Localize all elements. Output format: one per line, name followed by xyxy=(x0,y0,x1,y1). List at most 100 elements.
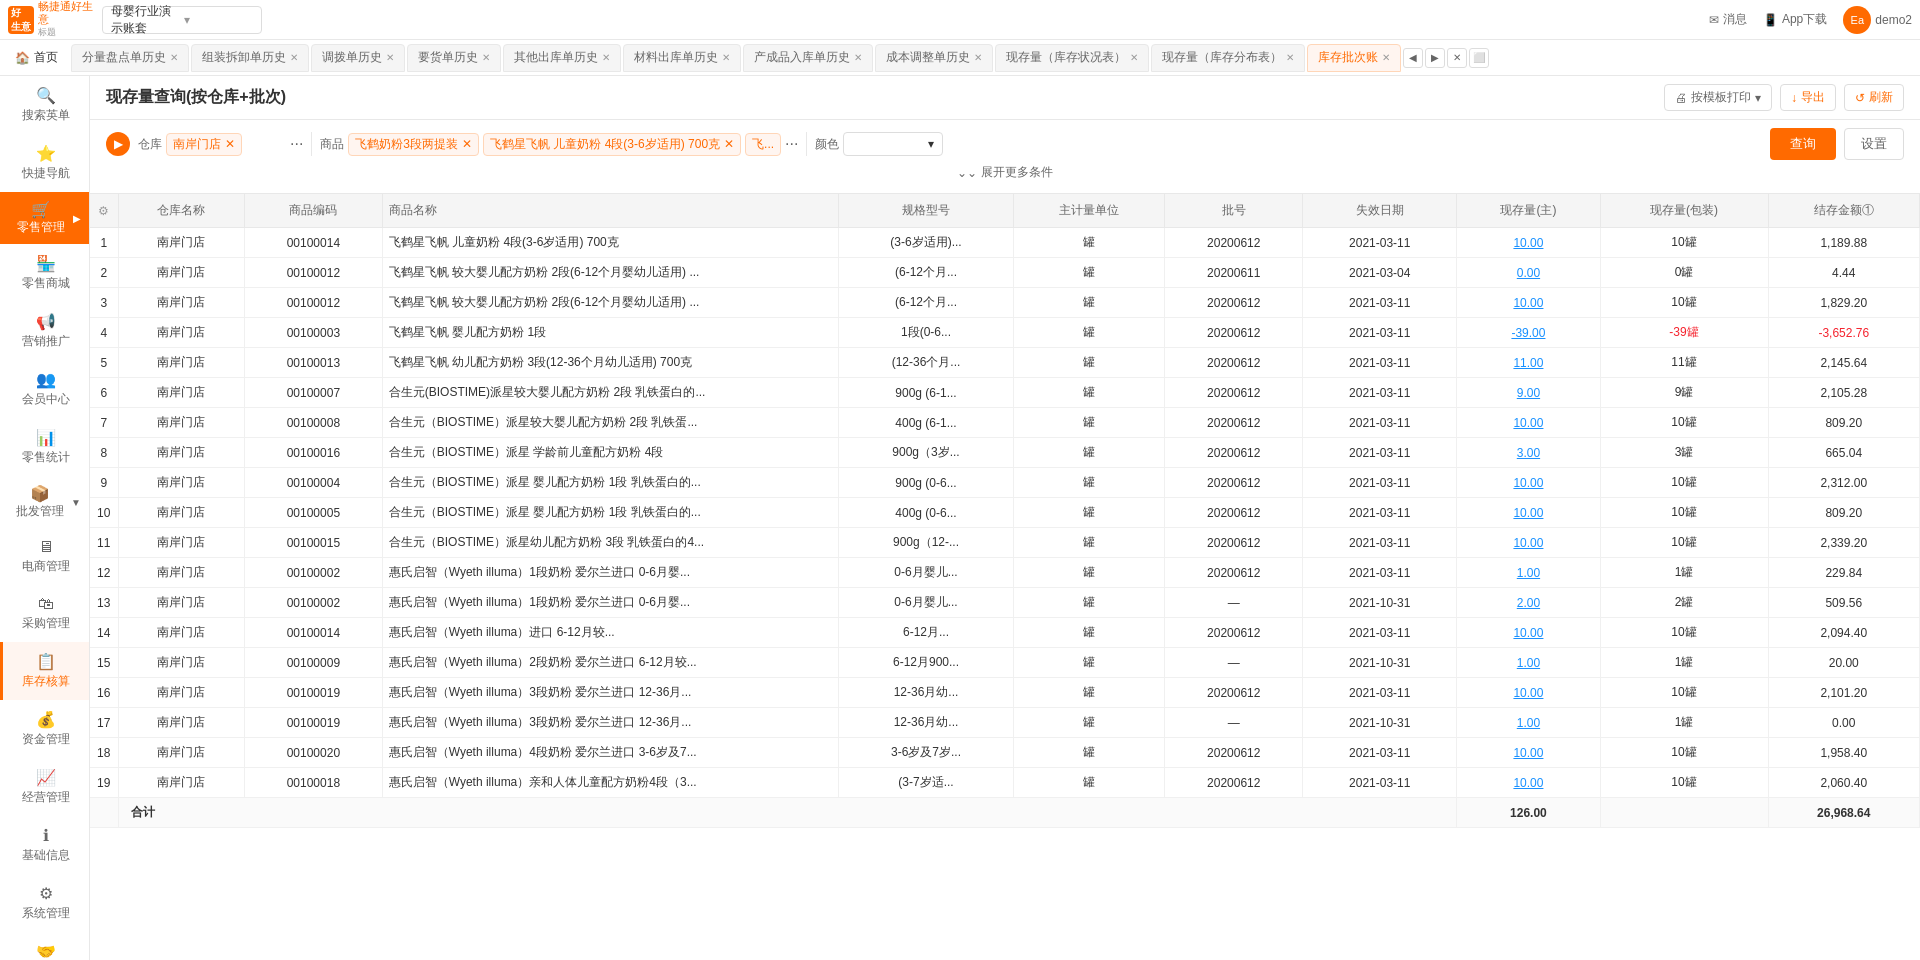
tab-close-all-btn[interactable]: ✕ xyxy=(1447,48,1467,68)
tab-5[interactable]: 其他出库单历史 ✕ xyxy=(503,44,621,72)
color-input[interactable]: ▾ xyxy=(843,132,943,156)
row-warehouse: 南岸门店 xyxy=(118,468,245,498)
sidebar-item-member[interactable]: 👥 会员中心 xyxy=(0,360,89,418)
tab-home[interactable]: 🏠 首页 xyxy=(4,44,69,72)
row-qty-main[interactable]: 10.00 xyxy=(1457,408,1600,438)
row-warehouse: 南岸门店 xyxy=(118,588,245,618)
sidebar-item-search[interactable]: 🔍 搜索英单 xyxy=(0,76,89,134)
tab-7[interactable]: 产成品入库单历史 ✕ xyxy=(743,44,873,72)
row-qty-main[interactable]: 9.00 xyxy=(1457,378,1600,408)
sidebar-item-ecom[interactable]: 🖥 电商管理 xyxy=(0,528,89,585)
row-expire: 2021-10-31 xyxy=(1303,648,1457,678)
product-more-icon[interactable]: ··· xyxy=(785,135,798,153)
sidebar-item-marketing[interactable]: 📢 营销推广 xyxy=(0,302,89,360)
tab-3[interactable]: 调拨单历史 ✕ xyxy=(311,44,405,72)
tab-2[interactable]: 组装拆卸单历史 ✕ xyxy=(191,44,309,72)
template-print-btn[interactable]: 🖨 按模板打印 ▾ xyxy=(1664,84,1772,111)
tab-1[interactable]: 分量盘点单历史 ✕ xyxy=(71,44,189,72)
sidebar-item-wholesale[interactable]: 📦 批发管理 ▼ xyxy=(0,476,89,528)
col-settings[interactable]: ⚙ xyxy=(90,194,118,228)
export-btn[interactable]: ↓ 导出 xyxy=(1780,84,1836,111)
row-qty-main[interactable]: 10.00 xyxy=(1457,528,1600,558)
tab-close-7[interactable]: ✕ xyxy=(854,52,862,63)
tab-close-4[interactable]: ✕ xyxy=(482,52,490,63)
warehouse-tag-1[interactable]: 南岸门店 ✕ xyxy=(166,133,242,156)
tab-10[interactable]: 现存量（库存分布表） ✕ xyxy=(1151,44,1305,72)
sidebar-item-inventory[interactable]: 📋 库存核算 xyxy=(0,642,89,700)
row-qty-main[interactable]: 10.00 xyxy=(1457,468,1600,498)
row-qty-main[interactable]: 3.00 xyxy=(1457,438,1600,468)
product-tag-3[interactable]: 飞... xyxy=(745,133,781,156)
row-qty-main[interactable]: 10.00 xyxy=(1457,498,1600,528)
tab-close-11[interactable]: ✕ xyxy=(1382,52,1390,63)
sidebar-item-retail[interactable]: 🛒 零售管理 ▶ xyxy=(0,192,89,244)
refresh-btn[interactable]: ↺ 刷新 xyxy=(1844,84,1904,111)
product-tag-2-close[interactable]: ✕ xyxy=(724,137,734,151)
row-qty-main[interactable]: -39.00 xyxy=(1457,318,1600,348)
row-qty-main[interactable]: 10.00 xyxy=(1457,738,1600,768)
tab-next-btn[interactable]: ▶ xyxy=(1425,48,1445,68)
sidebar-item-sys[interactable]: ⚙ 系统管理 xyxy=(0,874,89,932)
expand-more-row[interactable]: ⌄⌄ 展开更多条件 xyxy=(106,160,1904,185)
sidebar-item-biz[interactable]: 📈 经营管理 xyxy=(0,758,89,816)
product-tag-1[interactable]: 飞鹤奶粉3段两提装 ✕ xyxy=(348,133,479,156)
tab-9[interactable]: 现存量（库存状况表） ✕ xyxy=(995,44,1149,72)
sidebar-item-corp[interactable]: 🤝 企业协同 xyxy=(0,932,89,960)
table-row: 3 南岸门店 00100012 飞鹤星飞帆 较大婴儿配方奶粉 2段(6-12个月… xyxy=(90,288,1920,318)
row-qty-main[interactable]: 1.00 xyxy=(1457,708,1600,738)
row-no: 16 xyxy=(90,678,118,708)
warehouse-tag-close[interactable]: ✕ xyxy=(225,137,235,151)
sidebar-item-retail-shop[interactable]: 🏪 零售商城 xyxy=(0,244,89,302)
query-btn[interactable]: 查询 xyxy=(1770,128,1836,160)
row-qty-main[interactable]: 11.00 xyxy=(1457,348,1600,378)
product-tag-2[interactable]: 飞鹤星飞帆 儿童奶粉 4段(3-6岁适用) 700克 ✕ xyxy=(483,133,741,156)
tab-close-1[interactable]: ✕ xyxy=(170,52,178,63)
tab-close-2[interactable]: ✕ xyxy=(290,52,298,63)
tab-close-5[interactable]: ✕ xyxy=(602,52,610,63)
message-btn[interactable]: ✉ 消息 xyxy=(1709,11,1747,28)
tab-close-9[interactable]: ✕ xyxy=(1130,52,1138,63)
row-qty-main[interactable]: 10.00 xyxy=(1457,618,1600,648)
warehouse-more-icon[interactable]: ··· xyxy=(290,135,303,153)
app-download-btn[interactable]: 📱 App下载 xyxy=(1763,11,1827,28)
row-name: 惠氏启智（Wyeth illuma）亲和人体儿童配方奶粉4段（3... xyxy=(382,768,838,798)
row-qty-main[interactable]: 10.00 xyxy=(1457,768,1600,798)
row-name: 合生元（BIOSTIME）派星 学龄前儿童配方奶粉 4段 xyxy=(382,438,838,468)
tab-8[interactable]: 成本调整单历史 ✕ xyxy=(875,44,993,72)
sidebar-item-basic[interactable]: ℹ 基础信息 xyxy=(0,816,89,874)
tab-4[interactable]: 要货单历史 ✕ xyxy=(407,44,501,72)
row-qty-main[interactable]: 0.00 xyxy=(1457,258,1600,288)
row-qty-main[interactable]: 1.00 xyxy=(1457,558,1600,588)
row-warehouse: 南岸门店 xyxy=(118,498,245,528)
tab-close-8[interactable]: ✕ xyxy=(974,52,982,63)
user-menu[interactable]: Ea demo2 xyxy=(1843,6,1912,34)
tab-close-10[interactable]: ✕ xyxy=(1286,52,1294,63)
account-selector[interactable]: 母婴行业演示账套 ▾ xyxy=(102,6,262,34)
tab-6[interactable]: 材料出库单历史 ✕ xyxy=(623,44,741,72)
tab-prev-btn[interactable]: ◀ xyxy=(1403,48,1423,68)
sidebar-item-stats[interactable]: 📊 零售统计 xyxy=(0,418,89,476)
row-code: 00100016 xyxy=(245,438,383,468)
sidebar-item-quick[interactable]: ⭐ 快捷导航 xyxy=(0,134,89,192)
row-qty-main[interactable]: 1.00 xyxy=(1457,648,1600,678)
row-qty-main[interactable]: 10.00 xyxy=(1457,678,1600,708)
tab-close-3[interactable]: ✕ xyxy=(386,52,394,63)
settings-btn[interactable]: 设置 xyxy=(1844,128,1904,160)
tab-close-6[interactable]: ✕ xyxy=(722,52,730,63)
row-amount: 2,094.40 xyxy=(1768,618,1920,648)
chevron-down-icon: ▾ xyxy=(928,137,934,151)
tab-maximize-btn[interactable]: ⬜ xyxy=(1469,48,1489,68)
tab-11[interactable]: 库存批次账 ✕ xyxy=(1307,44,1401,72)
row-expire: 2021-03-11 xyxy=(1303,408,1457,438)
row-qty-main[interactable]: 2.00 xyxy=(1457,588,1600,618)
row-qty-main[interactable]: 10.00 xyxy=(1457,288,1600,318)
summary-amount: 26,968.64 xyxy=(1768,798,1920,828)
row-qty-main[interactable]: 10.00 xyxy=(1457,228,1600,258)
query-actions: 查询 设置 xyxy=(1770,128,1904,160)
settings-icon[interactable]: ⚙ xyxy=(98,204,109,218)
sidebar-item-purchase[interactable]: 🛍 采购管理 xyxy=(0,585,89,642)
product-tag-1-close[interactable]: ✕ xyxy=(462,137,472,151)
sidebar-item-finance[interactable]: 💰 资金管理 xyxy=(0,700,89,758)
search-expand-btn[interactable]: ▶ xyxy=(106,132,130,156)
row-spec: 900g（3岁... xyxy=(839,438,1014,468)
